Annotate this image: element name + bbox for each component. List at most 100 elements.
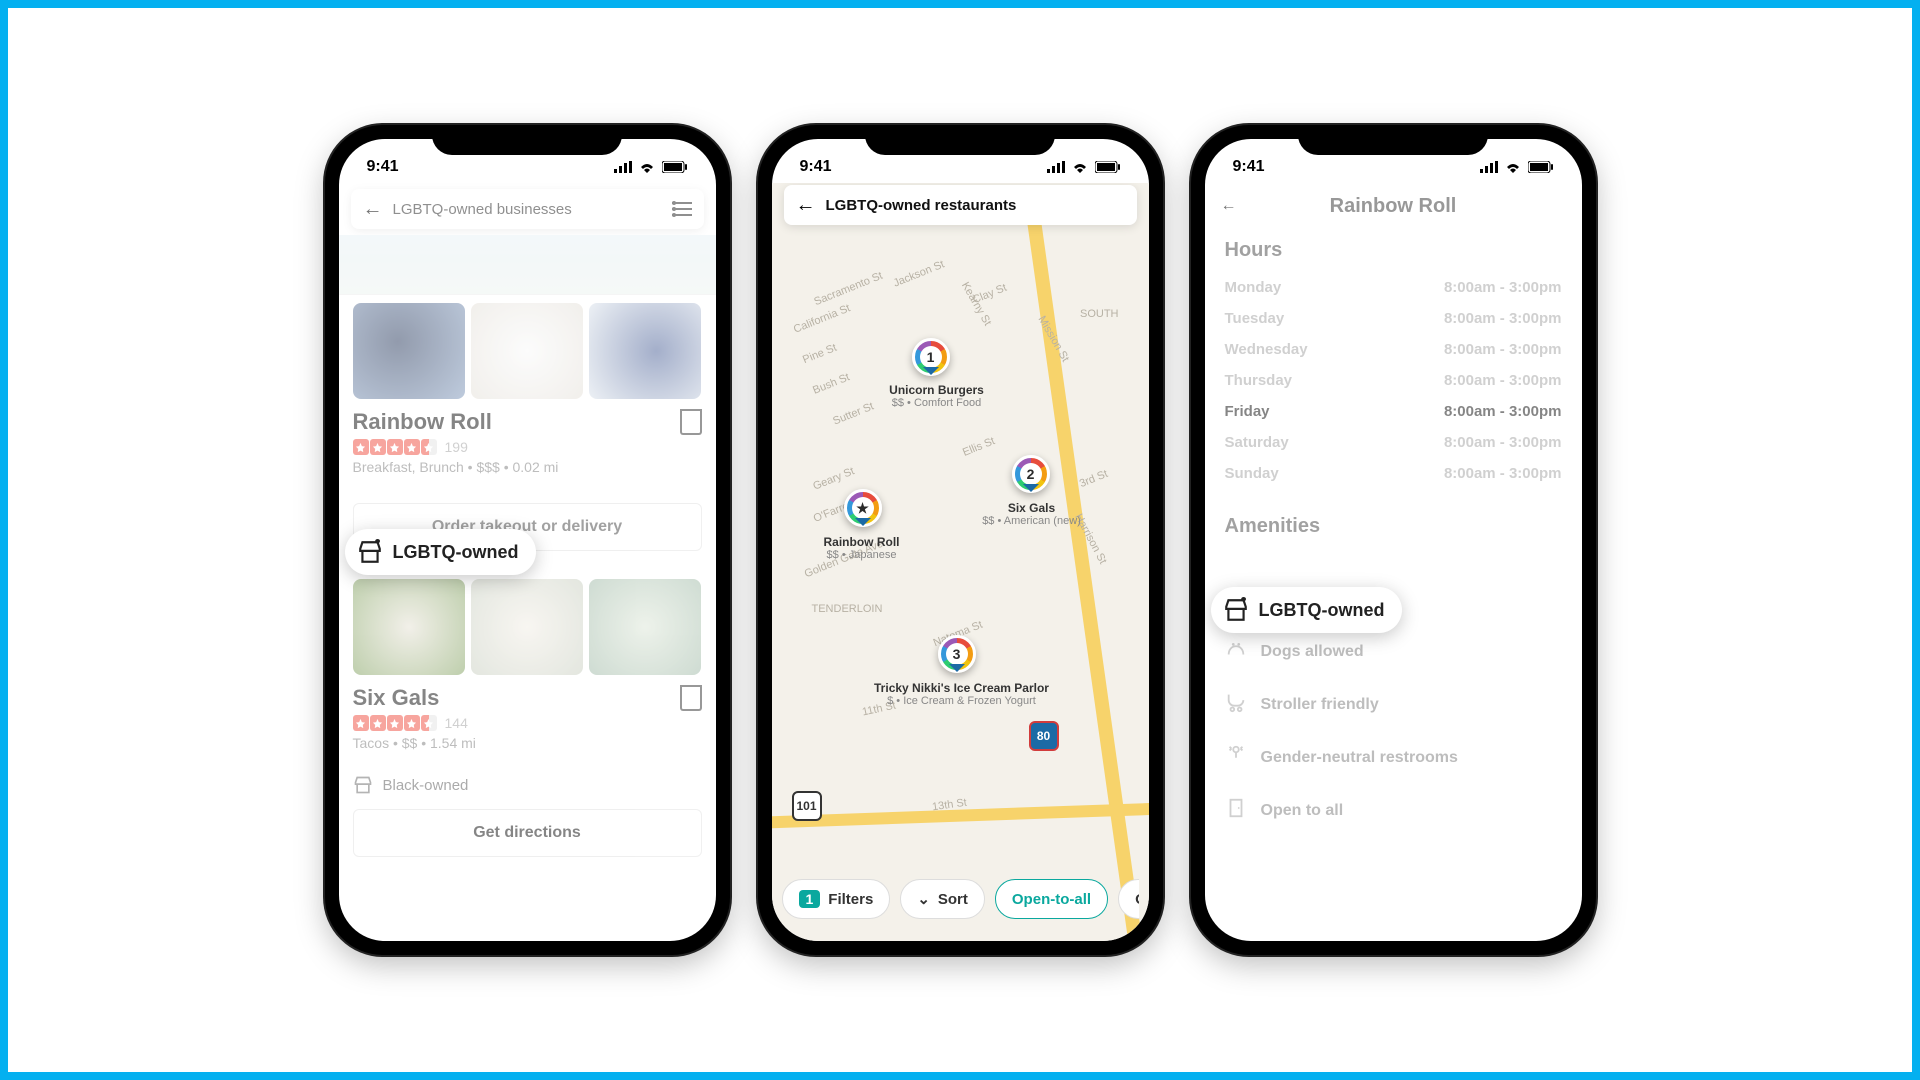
map-pin-star[interactable]: ★ bbox=[844, 489, 882, 527]
cell-signal-icon bbox=[1047, 161, 1065, 173]
hours-time: 8:00am - 3:00pm bbox=[1444, 372, 1562, 389]
phone-mockup-2: 9:41 Sacramento St California St Pine St… bbox=[758, 125, 1163, 955]
restroom-icon bbox=[1225, 744, 1247, 771]
hours-row: Friday 8:00am - 3:00pm bbox=[1225, 396, 1562, 427]
hours-day: Wednesday bbox=[1225, 341, 1308, 358]
dog-icon bbox=[1225, 638, 1247, 665]
search-bar[interactable]: ← LGBTQ-owned restaurants bbox=[784, 185, 1137, 225]
phone-notch bbox=[1298, 125, 1488, 155]
hours-time: 8:00am - 3:00pm bbox=[1444, 434, 1562, 451]
hours-row: Monday 8:00am - 3:00pm bbox=[1225, 272, 1562, 303]
back-arrow-icon[interactable]: ← bbox=[1221, 197, 1237, 215]
sort-chip[interactable]: ⌄ Sort bbox=[900, 879, 985, 919]
amenity-label: Gender-neutral restrooms bbox=[1261, 749, 1458, 767]
battery-icon bbox=[662, 161, 688, 173]
wifi-icon bbox=[1504, 161, 1522, 173]
review-count: 144 bbox=[445, 715, 468, 731]
biz-meta: Breakfast, Brunch • $$$ • 0.02 mi bbox=[353, 459, 702, 475]
amenity-label: Open to all bbox=[1261, 802, 1344, 820]
wifi-icon bbox=[1071, 161, 1089, 173]
amenities-heading: Amenities bbox=[1225, 515, 1562, 538]
cell-signal-icon bbox=[614, 161, 632, 173]
hours-row: Sunday 8:00am - 3:00pm bbox=[1225, 458, 1562, 489]
biz-photo[interactable] bbox=[353, 303, 465, 399]
biz-card-six-gals[interactable]: Six Gals 144 Tacos • $$ • 1.54 mi bbox=[339, 571, 716, 765]
hours-row: Thursday 8:00am - 3:00pm bbox=[1225, 365, 1562, 396]
amenities-section: Amenities bbox=[1205, 499, 1582, 558]
hours-time: 8:00am - 3:00pm bbox=[1444, 310, 1562, 327]
pin-label-3: Tricky Nikki's Ice Cream Parlor $ • Ice … bbox=[852, 681, 1072, 707]
phone-notch bbox=[432, 125, 622, 155]
street-label: Bush St bbox=[811, 371, 851, 397]
get-directions-button[interactable]: Get directions bbox=[353, 809, 702, 857]
search-query: LGBTQ-owned businesses bbox=[393, 201, 662, 218]
amenity-label: Dogs allowed bbox=[1261, 643, 1364, 661]
map-peek bbox=[339, 235, 716, 295]
hours-day: Tuesday bbox=[1225, 310, 1285, 327]
cell-signal-icon bbox=[1480, 161, 1498, 173]
bookmark-icon[interactable] bbox=[680, 685, 702, 711]
street-label: Geary St bbox=[811, 465, 856, 492]
street-label: SOUTH bbox=[1080, 308, 1119, 320]
filters-chip[interactable]: 1 Filters bbox=[782, 879, 891, 919]
biz-photo[interactable] bbox=[353, 579, 465, 675]
hours-row: Saturday 8:00am - 3:00pm bbox=[1225, 427, 1562, 458]
biz-photo[interactable] bbox=[589, 303, 701, 399]
review-count: 199 bbox=[445, 439, 468, 455]
biz-meta: Tacos • $$ • 1.54 mi bbox=[353, 735, 702, 751]
map-pin-2[interactable]: 2 bbox=[1012, 455, 1050, 493]
rating-stars bbox=[353, 439, 437, 455]
map-pin-1[interactable]: 1 bbox=[912, 338, 950, 376]
store-heart-icon bbox=[357, 539, 383, 565]
hours-day: Thursday bbox=[1225, 372, 1293, 389]
chip-overflow[interactable]: Ope bbox=[1118, 879, 1138, 919]
street-label: Ellis St bbox=[960, 435, 996, 459]
list-toggle-icon[interactable] bbox=[672, 201, 692, 217]
back-arrow-icon[interactable]: ← bbox=[796, 195, 816, 215]
hours-day: Sunday bbox=[1225, 465, 1279, 482]
map-view[interactable]: Sacramento St California St Pine St Bush… bbox=[772, 183, 1149, 941]
pin-label-2: Six Gals $$ • American (new) bbox=[962, 501, 1102, 527]
search-query: LGBTQ-owned restaurants bbox=[826, 197, 1125, 214]
hours-day: Monday bbox=[1225, 279, 1282, 296]
street-label: Pine St bbox=[801, 342, 838, 366]
hours-time: 8:00am - 3:00pm bbox=[1444, 465, 1562, 482]
street-label: Jackson St bbox=[891, 258, 945, 289]
bookmark-icon[interactable] bbox=[680, 409, 702, 435]
stroller-icon bbox=[1225, 691, 1247, 718]
page-title: Rainbow Roll bbox=[1330, 195, 1457, 218]
wifi-icon bbox=[638, 161, 656, 173]
chevron-down-icon: ⌄ bbox=[917, 890, 930, 908]
amenity-row: Gender-neutral restrooms bbox=[1225, 731, 1562, 784]
biz-name: Rainbow Roll bbox=[353, 409, 492, 435]
amenity-label: Stroller friendly bbox=[1261, 696, 1379, 714]
map-pin-3[interactable]: 3 bbox=[938, 635, 976, 673]
hours-day: Friday bbox=[1225, 403, 1270, 420]
lgbtq-owned-badge: LGBTQ-owned bbox=[1211, 587, 1403, 633]
open-to-all-chip[interactable]: Open-to-all bbox=[995, 879, 1108, 919]
status-time: 9:41 bbox=[367, 158, 399, 176]
search-bar[interactable]: ← LGBTQ-owned businesses bbox=[351, 189, 704, 229]
black-owned-badge: Black-owned bbox=[339, 765, 716, 795]
battery-icon bbox=[1095, 161, 1121, 173]
store-heart-icon bbox=[353, 775, 373, 795]
biz-card-rainbow-roll[interactable]: Rainbow Roll 199 Breakfast, Brunch • $$$… bbox=[339, 295, 716, 489]
street-label: California St bbox=[791, 302, 851, 336]
hours-row: Wednesday8:00am - 3:00pm bbox=[1225, 334, 1562, 365]
biz-photo[interactable] bbox=[589, 579, 701, 675]
hours-day: Saturday bbox=[1225, 434, 1289, 451]
phone-mockup-3: 9:41 ← Rainbow Roll Hours Monday8:00am -… bbox=[1191, 125, 1596, 955]
status-time: 9:41 bbox=[800, 158, 832, 176]
hours-time: 8:00am - 3:00pm bbox=[1444, 279, 1562, 296]
biz-photo[interactable] bbox=[471, 579, 583, 675]
biz-photo[interactable] bbox=[471, 303, 583, 399]
street-label: TENDERLOIN bbox=[812, 603, 883, 615]
battery-icon bbox=[1528, 161, 1554, 173]
back-arrow-icon[interactable]: ← bbox=[363, 199, 383, 219]
black-owned-label: Black-owned bbox=[383, 777, 469, 794]
store-heart-icon bbox=[1223, 597, 1249, 623]
hours-time: 8:00am - 3:00pm bbox=[1444, 403, 1562, 420]
door-icon bbox=[1225, 797, 1247, 824]
highway-shield-80: 80 bbox=[1029, 721, 1059, 751]
highway-shield-101: 101 bbox=[792, 791, 822, 821]
